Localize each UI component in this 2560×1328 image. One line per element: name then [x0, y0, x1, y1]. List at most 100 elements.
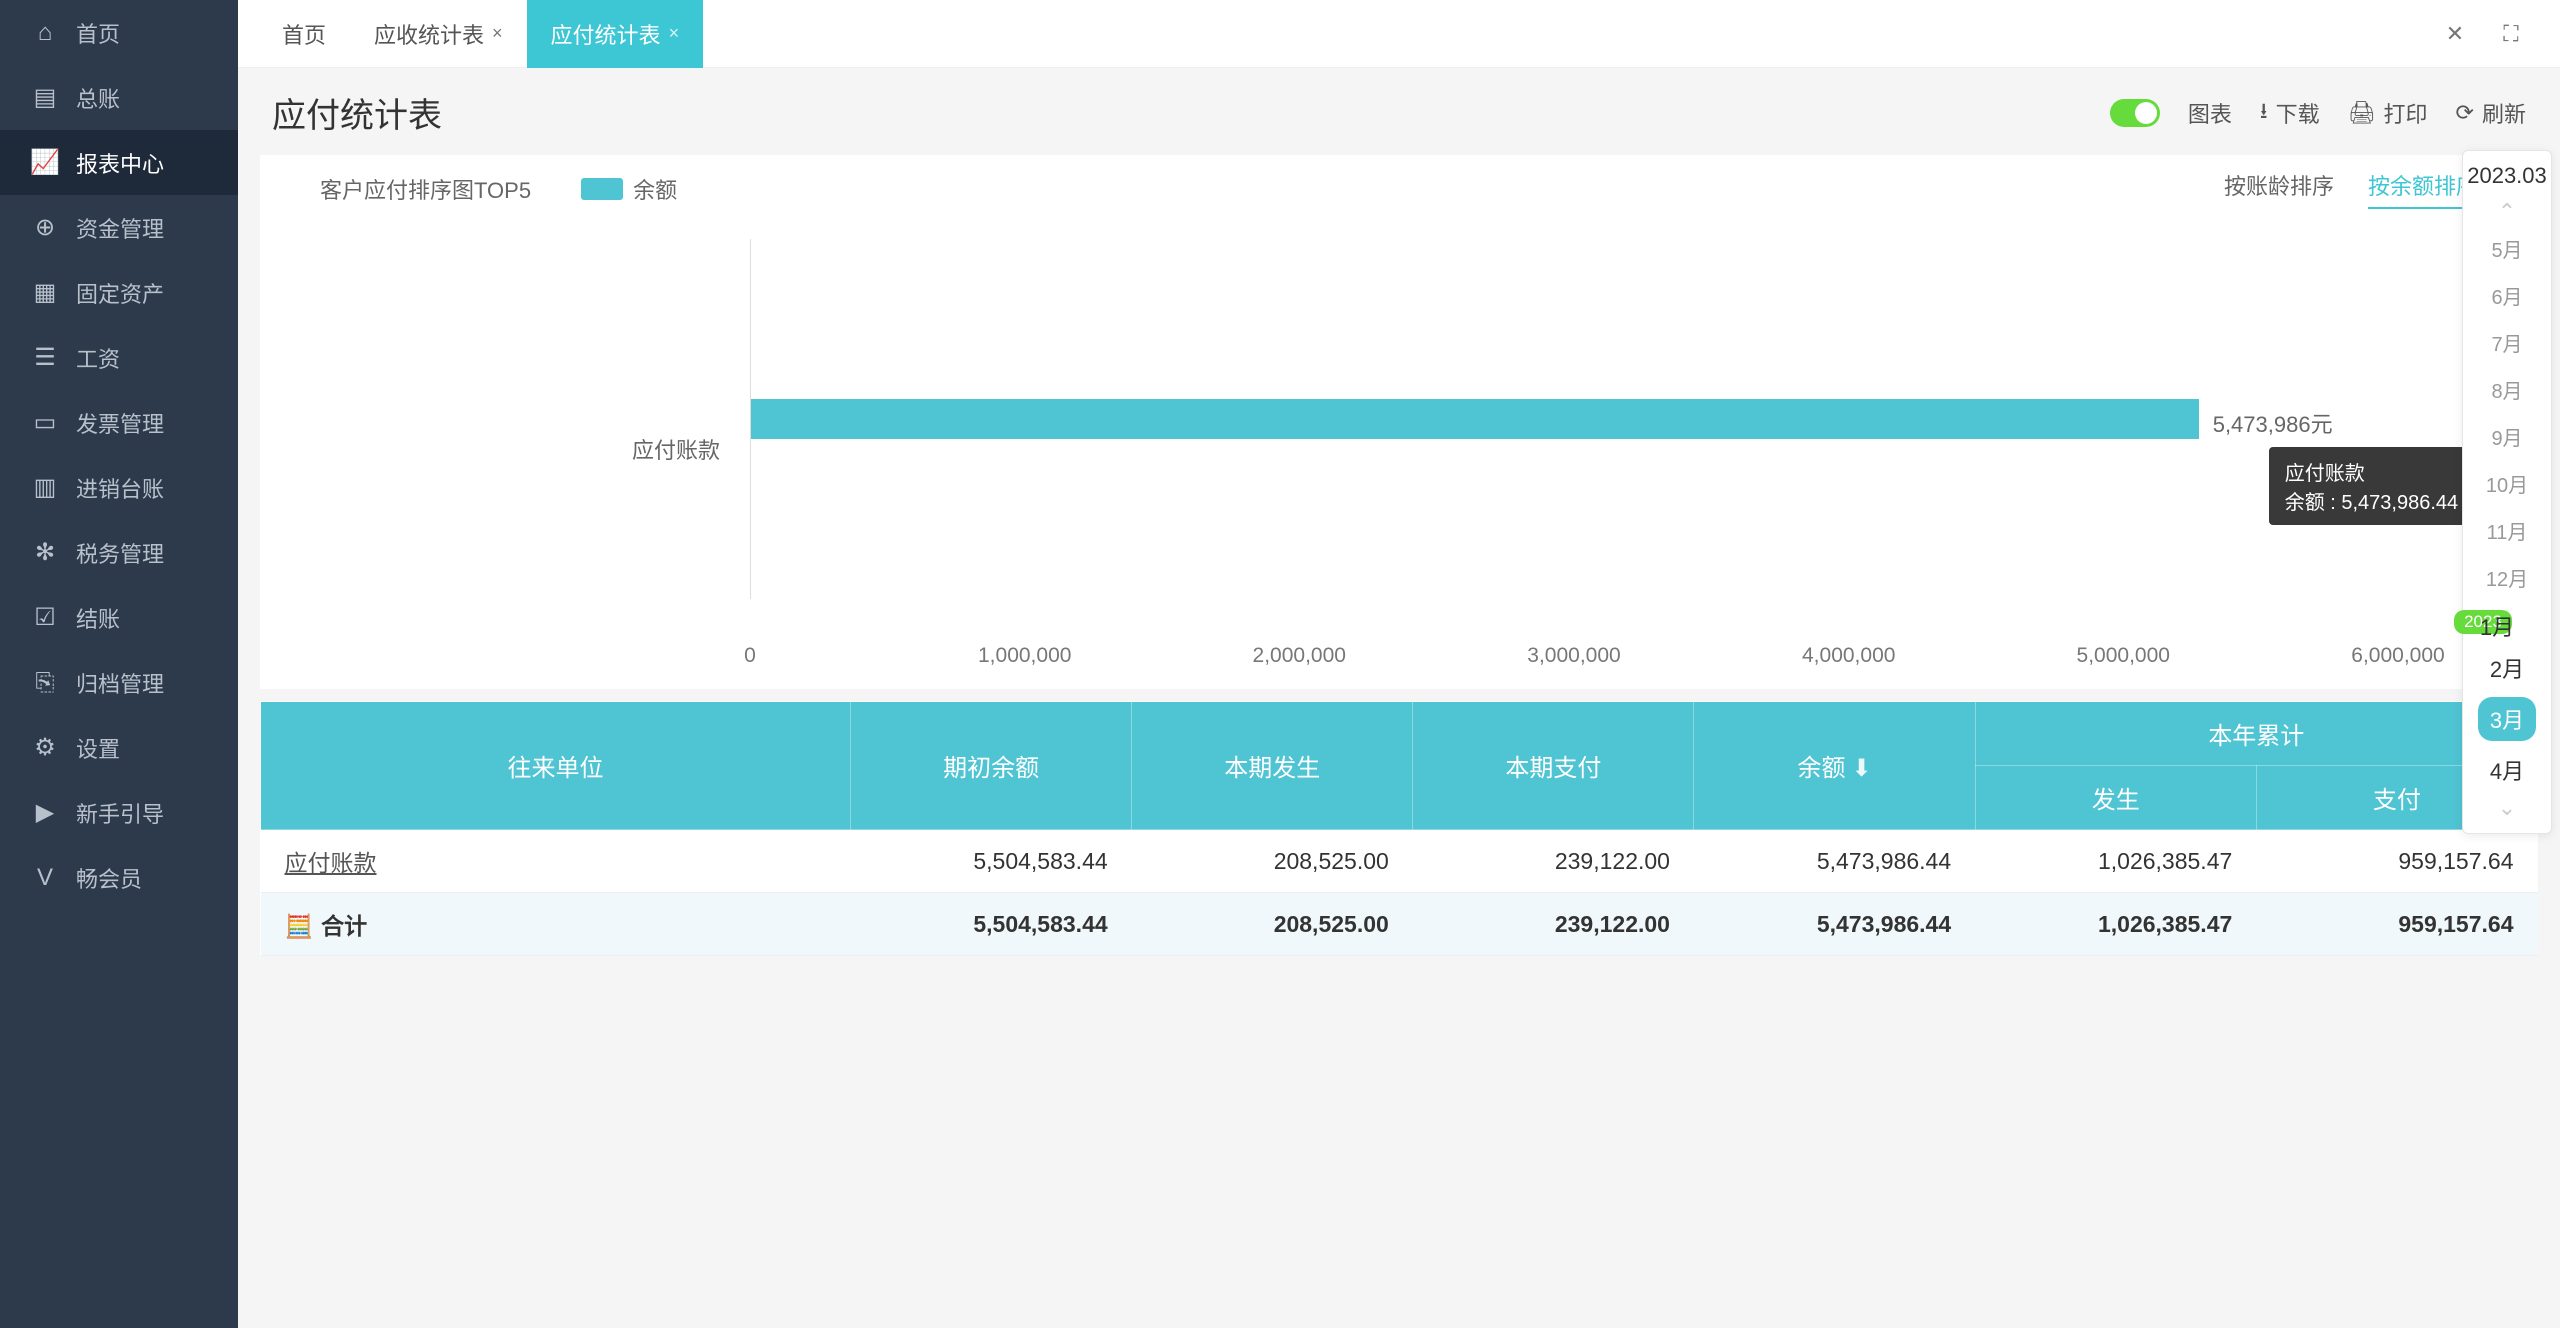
print-button[interactable]: 🖨 打印 — [2348, 97, 2428, 129]
download-icon: ⭳ — [2260, 94, 2268, 132]
sidebar-item-label: 固定资产 — [76, 277, 206, 309]
fullscreen-button[interactable]: ⛶ — [2492, 15, 2530, 53]
cell-ytd-occur: 1,026,385.47 — [1975, 830, 2256, 893]
fund-icon: ⊕ — [32, 215, 58, 241]
tab-home[interactable]: 首页 — [258, 0, 350, 68]
sidebar-item-label: 首页 — [76, 17, 206, 49]
close-all-button[interactable]: ✕ — [2436, 15, 2474, 53]
guide-icon: ▶ — [32, 800, 58, 826]
legend-swatch — [581, 178, 623, 200]
sidebar-item-sales[interactable]: ▥ 进销台账 — [0, 455, 238, 520]
legend-label: 余额 — [633, 173, 677, 205]
cell-ytd-paid: 959,157.64 — [2256, 830, 2537, 893]
month-item[interactable]: 8月 — [2463, 366, 2551, 413]
chart-bar-label: 5,473,986元 — [2213, 407, 2333, 439]
sidebar-item-label: 总账 — [76, 82, 206, 114]
month-item[interactable]: 5月 — [2463, 225, 2551, 272]
th-balance[interactable]: 余额⬇ — [1694, 702, 1975, 830]
sidebar-item-asset[interactable]: ▦ 固定资产 — [0, 260, 238, 325]
month-item[interactable]: 4月 — [2463, 745, 2551, 795]
sidebar-item-label: 工资 — [76, 342, 206, 374]
sidebar-item-ledger[interactable]: ▤总账 — [0, 65, 238, 130]
sidebar-item-settings[interactable]: ⚙设置 — [0, 715, 238, 780]
scroll-down-icon[interactable]: ⌄ — [2498, 795, 2516, 821]
x-tick: 3,000,000 — [1527, 644, 1620, 668]
sidebar-item-report[interactable]: 📈 报表中心 — [0, 130, 238, 195]
chart-bar[interactable] — [751, 399, 2199, 439]
total-balance: 5,473,986.44 — [1694, 893, 1975, 956]
sidebar-item-salary[interactable]: ☰工资 — [0, 325, 238, 390]
home-icon: ⌂ — [32, 20, 58, 46]
th-ytd-occur: 发生 — [1975, 766, 2256, 830]
total-paid: 239,122.00 — [1413, 893, 1694, 956]
x-tick: 1,000,000 — [978, 644, 1071, 668]
x-tick: 5,000,000 — [2077, 644, 2170, 668]
month-item[interactable]: 11月 — [2463, 507, 2551, 554]
sidebar-item-label: 资金管理 — [76, 212, 206, 244]
total-ytd-occur: 1,026,385.47 — [1975, 893, 2256, 956]
close-icon[interactable]: × — [492, 23, 503, 44]
calculator-icon: 🧮 — [285, 913, 314, 939]
close-book-icon: ☑ — [32, 605, 58, 631]
page-header: 应付统计表 图表 ⭳下载 🖨打印 ⟳刷新 — [238, 68, 2560, 155]
table-row[interactable]: 应付账款 5,504,583.44 208,525.00 239,122.00 … — [261, 830, 2538, 893]
th-paid: 本期支付 — [1413, 702, 1694, 830]
sidebar-item-label: 进销台账 — [76, 472, 206, 504]
month-item-selected[interactable]: 3月 — [2478, 697, 2536, 741]
sidebar-item-tax[interactable]: ✻税务管理 — [0, 520, 238, 585]
month-item[interactable]: 6月 — [2463, 272, 2551, 319]
close-icon[interactable]: × — [669, 23, 680, 44]
sidebar-item-label: 设置 — [76, 732, 206, 764]
th-unit: 往来单位 — [261, 702, 851, 830]
month-item[interactable]: 12月 — [2463, 554, 2551, 601]
download-label: 下载 — [2276, 97, 2320, 129]
sidebar-item-label: 结账 — [76, 602, 206, 634]
month-item[interactable]: 1月 — [2453, 610, 2541, 642]
month-item[interactable]: 9月 — [2463, 413, 2551, 460]
tab-label: 应付统计表 — [551, 18, 661, 50]
total-opening: 5,504,583.44 — [851, 893, 1132, 956]
asset-icon: ▦ — [32, 280, 58, 306]
x-tick: 4,000,000 — [1802, 644, 1895, 668]
sort-by-age-tab[interactable]: 按账龄排序 — [2224, 169, 2334, 209]
sidebar-item-archive[interactable]: ⎘归档管理 — [0, 650, 238, 715]
sidebar-item-label: 归档管理 — [76, 667, 206, 699]
chart-toggle[interactable] — [2110, 99, 2160, 127]
total-occur: 208,525.00 — [1132, 893, 1413, 956]
sidebar-item-home[interactable]: ⌂ 首页 — [0, 0, 238, 65]
sort-desc-icon: ⬇ — [1851, 755, 1871, 782]
sidebar-item-fund[interactable]: ⊕ 资金管理 — [0, 195, 238, 260]
sidebar-item-invoice[interactable]: ▭发票管理 — [0, 390, 238, 455]
sidebar-item-guide[interactable]: ▶新手引导 — [0, 780, 238, 845]
tax-icon: ✻ — [32, 540, 58, 566]
tooltip-value: 余额 : 5,473,986.44 — [2285, 486, 2458, 515]
print-label: 打印 — [2384, 97, 2428, 129]
refresh-button[interactable]: ⟳刷新 — [2456, 97, 2526, 129]
chart-y-category: 应付账款 — [540, 433, 720, 465]
sidebar-item-close[interactable]: ☑ 结账 — [0, 585, 238, 650]
vip-icon: V — [32, 865, 58, 891]
chart-tooltip: 应付账款 余额 : 5,473,986.44 — [2269, 447, 2474, 525]
cell-paid: 239,122.00 — [1413, 830, 1694, 893]
download-button[interactable]: ⭳下载 — [2260, 94, 2320, 132]
chart-plot: 应付账款 5,473,986元 应付账款 余额 : 5,473,986.44 0… — [260, 209, 2538, 689]
tab-receivable[interactable]: 应收统计表× — [350, 0, 527, 68]
cell-opening: 5,504,583.44 — [851, 830, 1132, 893]
chart-x-axis: 0 1,000,000 2,000,000 3,000,000 4,000,00… — [750, 638, 2398, 639]
x-tick: 6,000,000 — [2351, 644, 2444, 668]
scroll-up-icon[interactable]: ⌃ — [2498, 199, 2516, 225]
row-unit-link[interactable]: 应付账款 — [285, 850, 377, 876]
report-icon: 📈 — [32, 150, 58, 176]
month-item[interactable]: 7月 — [2463, 319, 2551, 366]
sidebar-item-label: 报表中心 — [76, 147, 206, 179]
sidebar-item-label: 畅会员 — [76, 862, 206, 894]
date-selector-panel: 2023.03 ⌃ 5月 6月 7月 8月 9月 10月 11月 12月 202… — [2462, 150, 2552, 834]
th-opening: 期初余额 — [851, 702, 1132, 830]
tab-payable[interactable]: 应付统计表 × — [527, 0, 704, 68]
sales-icon: ▥ — [32, 475, 58, 501]
chart-legend: 余额 — [581, 173, 677, 205]
sidebar-item-vip[interactable]: V 畅会员 — [0, 845, 238, 910]
print-icon: 🖨 — [2348, 100, 2376, 126]
month-item[interactable]: 10月 — [2463, 460, 2551, 507]
month-item[interactable]: 2月 — [2463, 643, 2551, 693]
